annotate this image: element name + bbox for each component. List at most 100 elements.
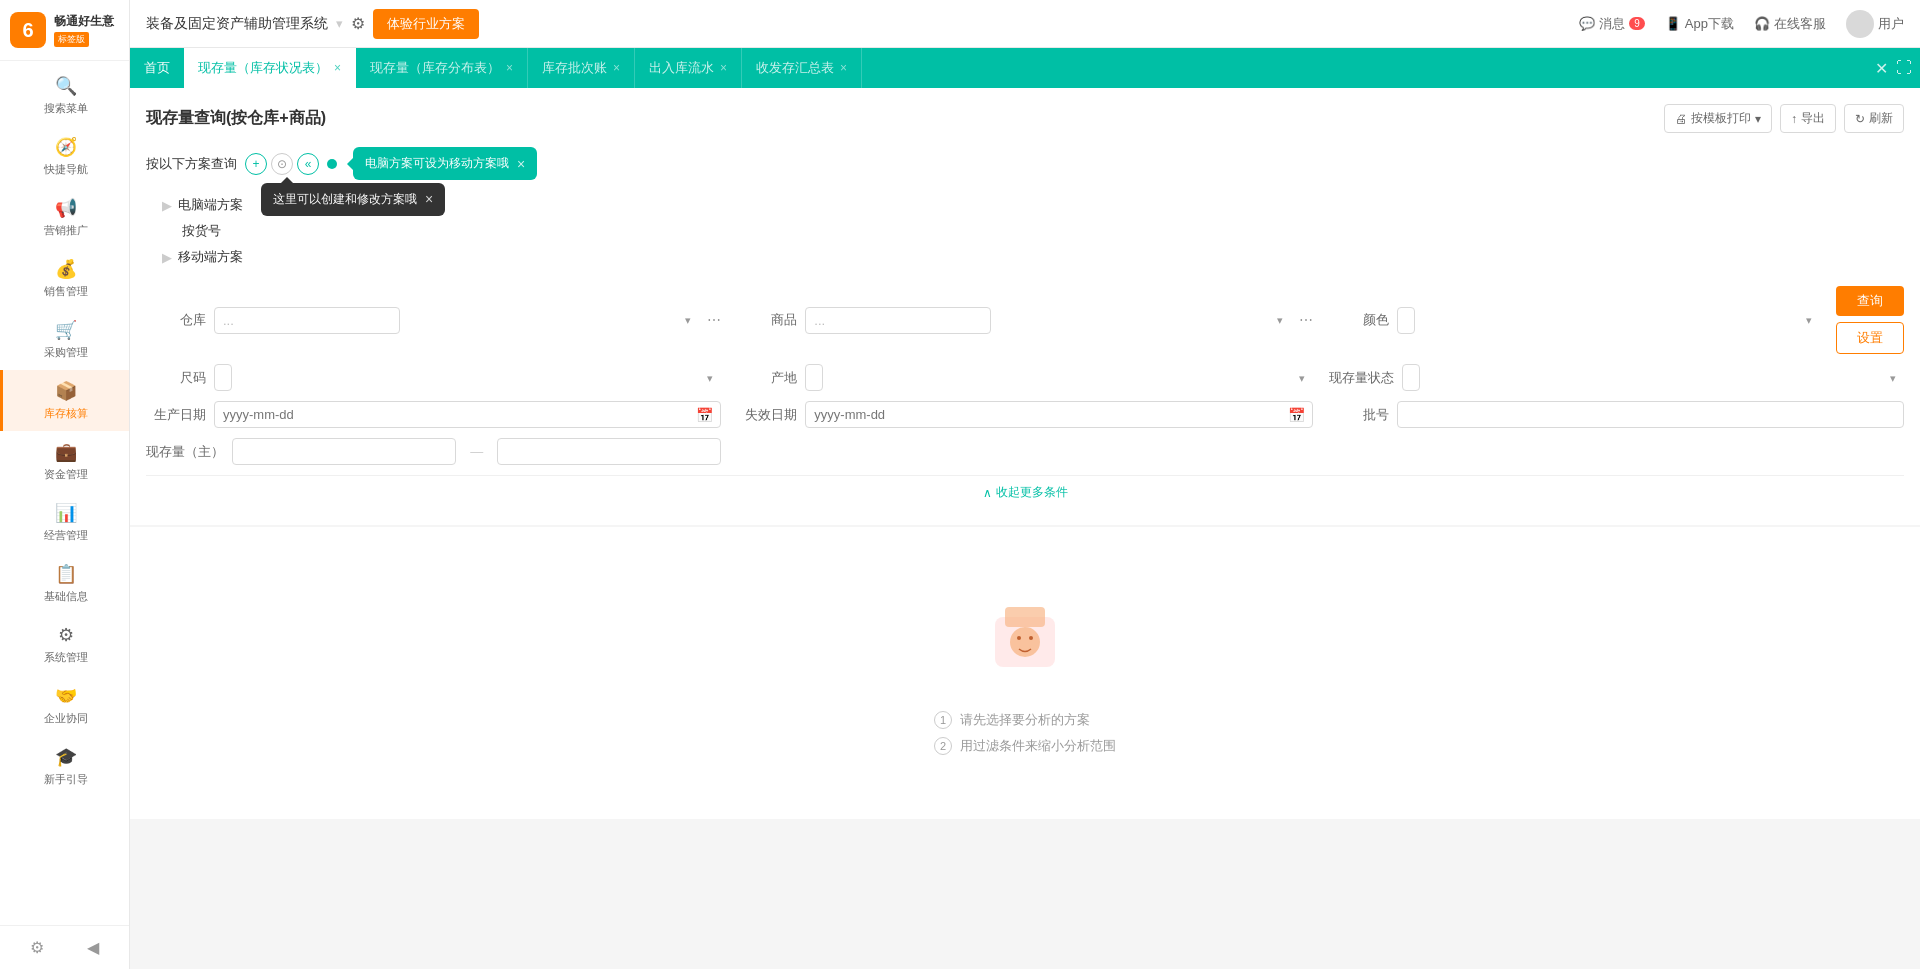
expire-start-wrapper: 📅 (805, 401, 1312, 428)
sidebar-item-enterprise[interactable]: 🤝 企业协同 (0, 675, 129, 736)
svg-rect-1 (1005, 607, 1045, 627)
filter-header: 按以下方案查询 + ⊙ 这里可以创建和修改方案哦 × (146, 147, 1904, 180)
filter-section: 现存量查询(按仓库+商品) 🖨 按模板打印 ▾ ↑ 导出 ↻ (130, 88, 1920, 525)
tab-batch[interactable]: 库存批次账 × (528, 48, 635, 88)
tab-summary[interactable]: 收发存汇总表 × (742, 48, 862, 88)
industry-btn[interactable]: 体验行业方案 (373, 9, 479, 39)
sidebar-item-finance[interactable]: 💼 资金管理 (0, 431, 129, 492)
sidebar-nav: 🔍 搜索菜单 🧭 快捷导航 📢 营销推广 💰 销售管理 🛒 采购管理 📦 (0, 61, 129, 925)
produce-date-label: 生产日期 (146, 406, 206, 424)
export-btn[interactable]: ↑ 导出 (1780, 104, 1836, 133)
export-icon: ↑ (1791, 112, 1797, 126)
sidebar-label-system: 系统管理 (44, 650, 88, 665)
warehouse-input[interactable] (214, 307, 400, 334)
product-input[interactable] (805, 307, 991, 334)
page-content: 现存量查询(按仓库+商品) 🖨 按模板打印 ▾ ↑ 导出 ↻ (130, 88, 1920, 969)
tab-close-2[interactable]: × (613, 61, 620, 75)
warehouse-dots-icon[interactable]: ⋯ (707, 312, 721, 328)
add-scheme-btn[interactable]: + (245, 153, 267, 175)
sidebar-item-search[interactable]: 🔍 搜索菜单 (0, 65, 129, 126)
filter-expire-date: 失效日期 📅 (737, 401, 1312, 428)
sidebar-settings-btn[interactable]: ⚙ (30, 938, 44, 957)
template-print-btn[interactable]: 🖨 按模板打印 ▾ (1664, 104, 1772, 133)
online-support-btn[interactable]: 🎧 在线客服 (1754, 15, 1826, 33)
desktop-scheme-toggle[interactable]: ▶ 电脑端方案 (162, 192, 243, 218)
stock-amount-end[interactable] (497, 438, 721, 465)
sidebar-item-sales[interactable]: 💰 销售管理 (0, 248, 129, 309)
stock-amount-start[interactable] (232, 438, 456, 465)
color-label: 颜色 (1329, 311, 1389, 329)
collapse-bar[interactable]: ∧ 收起更多条件 (146, 475, 1904, 509)
scheme-item-byhuo[interactable]: 按货号 (182, 218, 243, 244)
batch-input[interactable] (1397, 401, 1904, 428)
sales-icon: 💰 (55, 258, 77, 280)
step-num-1: 1 (934, 711, 952, 729)
sidebar-item-operation[interactable]: 📊 经营管理 (0, 492, 129, 553)
collapse-arrow: ∧ (983, 486, 992, 500)
sidebar-item-quick[interactable]: 🧭 快捷导航 (0, 126, 129, 187)
sidebar-item-purchase[interactable]: 🛒 采购管理 (0, 309, 129, 370)
sidebar-item-basic[interactable]: 📋 基础信息 (0, 553, 129, 614)
tab-close-4[interactable]: × (840, 61, 847, 75)
empty-step-1-text: 请先选择要分析的方案 (960, 707, 1090, 733)
sidebar-item-inventory[interactable]: 📦 库存核算 (0, 370, 129, 431)
reset-btn[interactable]: 设置 (1836, 322, 1904, 354)
empty-steps-list: 1 请先选择要分析的方案 2 用过滤条件来缩小分析范围 (934, 707, 1116, 759)
print-arrow-icon: ▾ (1755, 112, 1761, 126)
calendar-icon-2[interactable]: 📅 (1288, 407, 1305, 423)
guide-icon: 🎓 (55, 746, 77, 768)
color-select[interactable] (1397, 307, 1415, 334)
tooltip1-area: 电脑方案可设为移动方案哦 × (327, 147, 537, 180)
tab-maximize-icon[interactable]: ⛶ (1896, 59, 1912, 77)
sidebar-item-guide[interactable]: 🎓 新手引导 (0, 736, 129, 797)
user-area[interactable]: 用户 (1846, 10, 1904, 38)
tab-home[interactable]: 首页 (130, 48, 184, 88)
calendar-icon-1[interactable]: 📅 (696, 407, 713, 423)
sidebar-label-inventory: 库存核算 (44, 406, 88, 421)
scheme-arrow-btn[interactable]: « (297, 153, 319, 175)
sidebar-label-finance: 资金管理 (44, 467, 88, 482)
produce-start-input[interactable] (214, 401, 721, 428)
app-download-btn[interactable]: 📱 App下载 (1665, 15, 1734, 33)
header-left: 装备及固定资产辅助管理系统 ▾ ⚙ 体验行业方案 (146, 9, 479, 39)
header-settings-icon[interactable]: ⚙ (351, 14, 365, 33)
tab-inventory-dist[interactable]: 现存量（库存分布表） × (356, 48, 528, 88)
origin-select[interactable] (805, 364, 823, 391)
app-download-label: App下载 (1685, 15, 1734, 33)
tab-close-all-icon[interactable]: ✕ (1875, 59, 1888, 78)
message-badge: 9 (1629, 17, 1645, 30)
stock-status-select[interactable] (1402, 364, 1420, 391)
sidebar-collapse-btn[interactable]: ◀ (87, 938, 99, 957)
tab-close-1[interactable]: × (506, 61, 513, 75)
tab-close-0[interactable]: × (334, 61, 341, 75)
color-select-wrapper (1397, 307, 1820, 334)
empty-state: 1 请先选择要分析的方案 2 用过滤条件来缩小分析范围 (130, 527, 1920, 819)
refresh-btn[interactable]: ↻ 刷新 (1844, 104, 1904, 133)
tab-inout[interactable]: 出入库流水 × (635, 48, 742, 88)
mobile-scheme-toggle[interactable]: ▶ 移动端方案 (162, 244, 243, 270)
search-btn[interactable]: 查询 (1836, 286, 1904, 316)
range-sep: — (470, 444, 483, 459)
filter-origin: 产地 (737, 364, 1312, 391)
product-dots-icon[interactable]: ⋯ (1299, 312, 1313, 328)
header-right-actions: 💬 消息 9 📱 App下载 🎧 在线客服 用户 (1579, 10, 1904, 38)
search-nav-icon: 🔍 (55, 75, 77, 97)
sidebar-item-system[interactable]: ⚙ 系统管理 (0, 614, 129, 675)
step-num-2: 2 (934, 737, 952, 755)
tab-inventory-status-label: 现存量（库存状况表） (198, 59, 328, 77)
tab-inventory-status[interactable]: 现存量（库存状况表） × (184, 48, 356, 88)
tooltip-main-close[interactable]: × (517, 156, 525, 172)
filter-color: 颜色 查询 设置 (1329, 286, 1904, 354)
sidebar-label-sales: 销售管理 (44, 284, 88, 299)
print-icon: 🖨 (1675, 112, 1687, 126)
edit-scheme-btn[interactable]: ⊙ (271, 153, 293, 175)
tooltip-edit-close[interactable]: × (425, 191, 433, 207)
tab-close-3[interactable]: × (720, 61, 727, 75)
sidebar-item-marketing[interactable]: 📢 营销推广 (0, 187, 129, 248)
sidebar: 6 畅通好生意 标签版 🔍 搜索菜单 🧭 快捷导航 📢 营销推广 💰 销售管理 (0, 0, 130, 969)
message-btn[interactable]: 💬 消息 9 (1579, 15, 1645, 33)
expire-start-input[interactable] (805, 401, 1312, 428)
size-select[interactable] (214, 364, 232, 391)
tabs-right-controls: ✕ ⛶ (1875, 59, 1920, 78)
enterprise-icon: 🤝 (55, 685, 77, 707)
